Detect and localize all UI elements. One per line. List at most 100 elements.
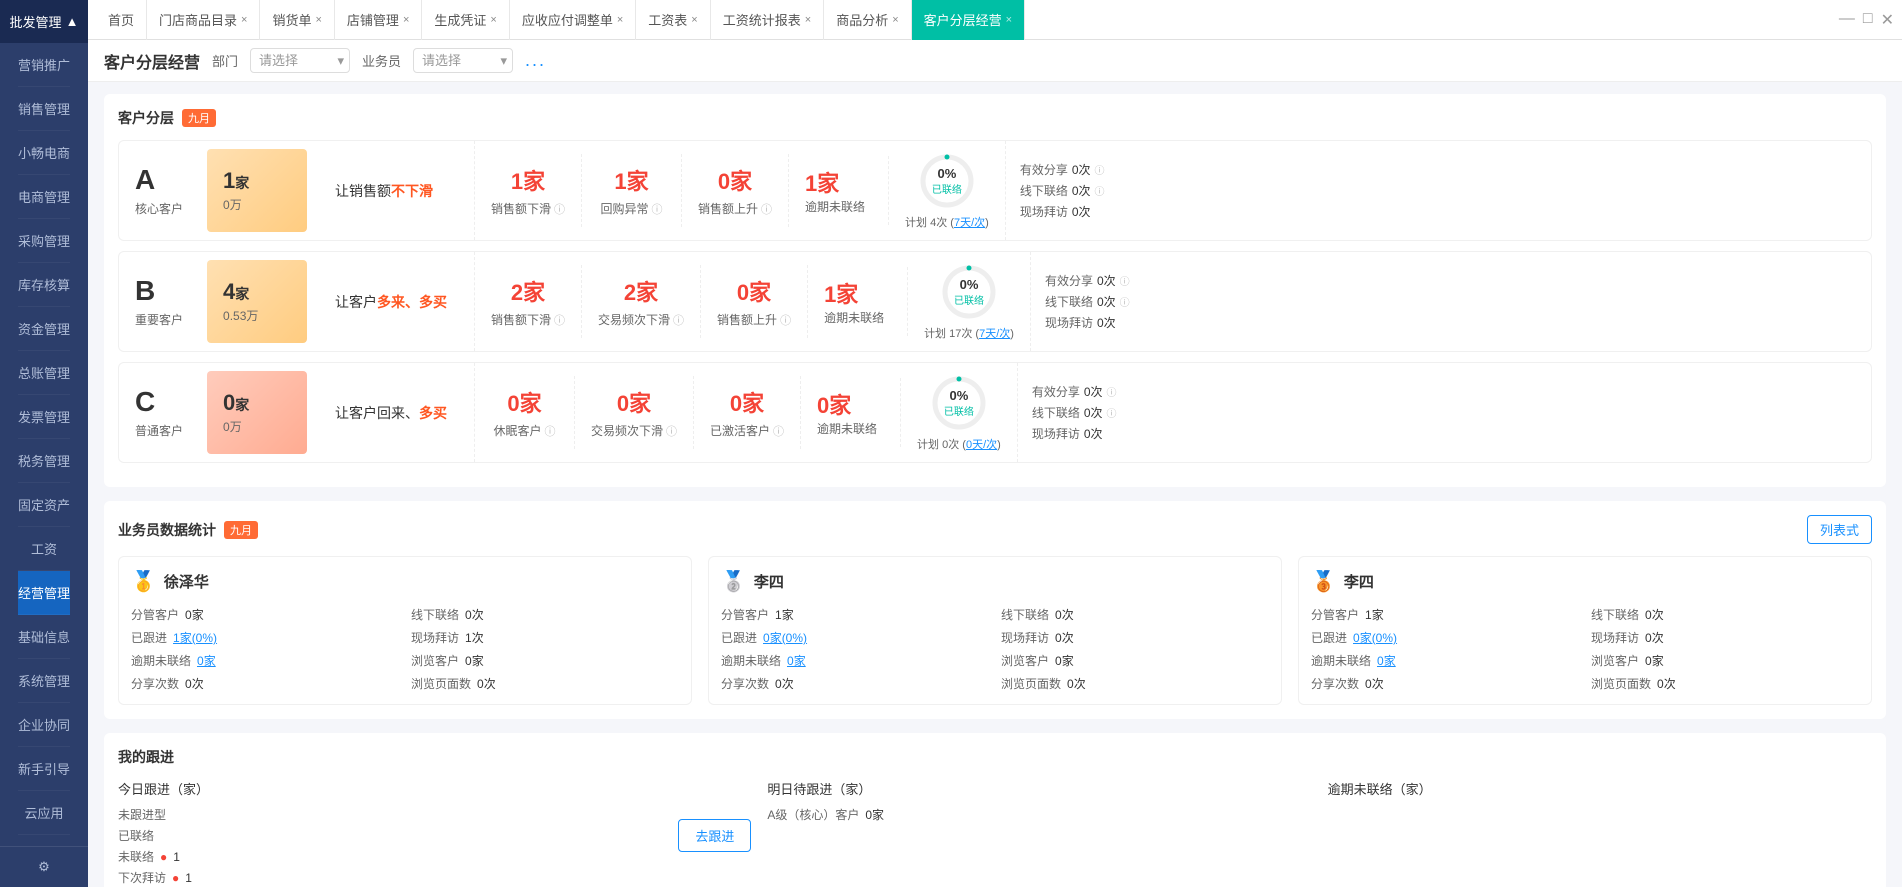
staff-data-link-2-4[interactable]: 0家 bbox=[1377, 652, 1396, 669]
page-header: 客户分层经营 部门 请选择 业务员 请选择 ... bbox=[88, 40, 1902, 82]
tomorrow-follow-col: 明日待跟进（家） A级（核心）客户 0家 bbox=[767, 779, 1311, 827]
tab-close-receivable[interactable]: × bbox=[617, 14, 623, 26]
sidebar-item-tax[interactable]: 税务管理 bbox=[18, 439, 70, 483]
staff-name-row-1: 🥈 李四 bbox=[721, 569, 1269, 594]
sidebar-item-cloud[interactable]: 云应用 bbox=[18, 791, 70, 835]
stat-info-icon[interactable]: ⓘ bbox=[554, 201, 565, 217]
sidebar-item-mini[interactable]: 小畅电商 bbox=[18, 131, 70, 175]
staff-data-link-2-2[interactable]: 0家(0%) bbox=[1353, 629, 1397, 646]
plan-link-${tier.id}[interactable]: 0天/次 bbox=[966, 439, 997, 451]
stat-label-C-2: 已激活客户 ⓘ bbox=[710, 422, 784, 439]
tier-count-C: 0家 0万 bbox=[207, 371, 307, 454]
tab-home[interactable]: 首页 bbox=[96, 0, 147, 40]
dept-select[interactable]: 请选择 bbox=[250, 48, 350, 73]
tab-close-voucher[interactable]: × bbox=[490, 14, 496, 26]
tab-sales-order[interactable]: 销货单× bbox=[260, 0, 334, 40]
sidebar-item-corp[interactable]: 企业协同 bbox=[18, 703, 70, 747]
sidebar-item-ecom[interactable]: 电商管理 bbox=[18, 175, 70, 219]
staff-data-link-0-2[interactable]: 1家(0%) bbox=[173, 629, 217, 646]
window-minimize-icon[interactable]: — bbox=[1839, 10, 1855, 30]
right-stat-info-A-0[interactable]: ⓘ bbox=[1095, 162, 1105, 177]
content-area: 客户分层 九月 A 核心客户 1家 0万 让销售额不下滑 1家 销售额下滑 ⓘ … bbox=[88, 82, 1902, 887]
staff-data-label-1-6: 分享次数 bbox=[721, 675, 769, 692]
right-stat-info-B-0[interactable]: ⓘ bbox=[1120, 273, 1130, 288]
plan-link-${tier.id}[interactable]: 7天/次 bbox=[979, 328, 1010, 340]
stat-info-icon[interactable]: ⓘ bbox=[761, 201, 772, 217]
stat-info-icon[interactable]: ⓘ bbox=[773, 423, 784, 439]
tab-store-products[interactable]: 门店商品目录× bbox=[147, 0, 260, 40]
tier-count-amount-C: 0万 bbox=[223, 418, 291, 435]
list-view-btn[interactable]: 列表式 bbox=[1807, 515, 1872, 544]
tab-goods-analysis[interactable]: 商品分析× bbox=[824, 0, 911, 40]
follow-title: 我的跟进 bbox=[118, 747, 174, 767]
right-stat-info-C-1[interactable]: ⓘ bbox=[1107, 405, 1117, 420]
right-stat-info-C-0[interactable]: ⓘ bbox=[1107, 384, 1117, 399]
staff-data-value-0-7: 0次 bbox=[477, 675, 496, 692]
staff-data-label-0-7: 浏览页面数 bbox=[411, 675, 471, 692]
staff-select[interactable]: 请选择 bbox=[413, 48, 513, 73]
right-stat-label-C-1: 线下联络 bbox=[1032, 404, 1080, 421]
sidebar-item-invoice[interactable]: 发票管理 bbox=[18, 395, 70, 439]
sidebar-item-mgmt[interactable]: 经营管理 bbox=[18, 571, 70, 615]
tab-label-payroll-stat: 工资统计报表 bbox=[723, 10, 801, 29]
tab-close-store-mgmt[interactable]: × bbox=[403, 14, 409, 26]
staff-data-label-0-5: 浏览客户 bbox=[411, 652, 459, 669]
staff-data-link-1-4[interactable]: 0家 bbox=[787, 652, 806, 669]
goto-follow-btn[interactable]: 去跟进 bbox=[678, 819, 751, 852]
tier-slogan-C: 让客户回来、多买 bbox=[315, 363, 475, 462]
more-filter-btn[interactable]: ... bbox=[525, 50, 546, 71]
contact-label-A: 逾期未联络 bbox=[805, 198, 872, 215]
stat-info-icon[interactable]: ⓘ bbox=[666, 423, 677, 439]
tab-close-customer-tier[interactable]: × bbox=[1006, 14, 1012, 26]
stat-info-icon[interactable]: ⓘ bbox=[780, 312, 791, 328]
sidebar-item-guide[interactable]: 新手引导 bbox=[18, 747, 70, 791]
stat-info-icon[interactable]: ⓘ bbox=[673, 312, 684, 328]
sidebar-settings[interactable]: ⚙ bbox=[0, 846, 88, 887]
sidebar-expand-icon: ▲ bbox=[66, 14, 79, 29]
tab-close-goods-analysis[interactable]: × bbox=[892, 14, 898, 26]
tab-close-payroll-stat[interactable]: × bbox=[805, 14, 811, 26]
window-maximize-icon[interactable]: □ bbox=[1863, 10, 1873, 30]
stat-info-icon[interactable]: ⓘ bbox=[545, 423, 556, 439]
tab-close-store-products[interactable]: × bbox=[241, 14, 247, 26]
right-stat-info-B-1[interactable]: ⓘ bbox=[1120, 294, 1130, 309]
right-stat-row-A-2: 现场拜访 0次 bbox=[1020, 203, 1132, 220]
sidebar-item-system[interactable]: 系统管理 bbox=[18, 659, 70, 703]
staff-data-link-0-4[interactable]: 0家 bbox=[197, 652, 216, 669]
tab-payroll-stat[interactable]: 工资统计报表 × bbox=[711, 0, 824, 40]
tab-close-payroll[interactable]: × bbox=[691, 14, 697, 26]
sidebar-item-ledger[interactable]: 总账管理 bbox=[18, 351, 70, 395]
tier-count-number-C: 0家 bbox=[223, 390, 291, 416]
staff-name-row-2: 🥉 李四 bbox=[1311, 569, 1859, 594]
sidebar-top-item[interactable]: 批发管理 ▲ bbox=[0, 0, 88, 43]
tab-customer-tier[interactable]: 客户分层经营× bbox=[912, 0, 1025, 40]
staff-data-link-1-2[interactable]: 0家(0%) bbox=[763, 629, 807, 646]
plan-link-${tier.id}[interactable]: 7天/次 bbox=[954, 217, 985, 229]
sidebar-item-assets[interactable]: 固定资产 bbox=[18, 483, 70, 527]
overdue-col-title: 逾期未联络（家） bbox=[1328, 779, 1872, 798]
sidebar-item-basic[interactable]: 基础信息 bbox=[18, 615, 70, 659]
stat-info-icon[interactable]: ⓘ bbox=[652, 201, 663, 217]
stat-info-icon[interactable]: ⓘ bbox=[554, 312, 565, 328]
tab-voucher[interactable]: 生成凭证× bbox=[422, 0, 509, 40]
staff-data-row-0-5: 浏览客户 0家 bbox=[411, 652, 679, 669]
contact-number-A: 1家 bbox=[805, 166, 872, 198]
sidebar-item-inventory[interactable]: 库存核算 bbox=[18, 263, 70, 307]
right-stat-info-A-1[interactable]: ⓘ bbox=[1095, 183, 1105, 198]
staff-card-1: 🥈 李四 分管客户 1家 线下联络 0次 已跟进 0家(0%) bbox=[708, 556, 1282, 705]
stat-number-B-1: 2家 bbox=[624, 275, 658, 307]
tab-store-mgmt[interactable]: 店铺管理× bbox=[335, 0, 422, 40]
staff-data-label-1-0: 分管客户 bbox=[721, 606, 769, 623]
tab-receivable[interactable]: 应收应付调整单× bbox=[510, 0, 636, 40]
sidebar-item-purchase[interactable]: 采购管理 bbox=[18, 219, 70, 263]
tab-payroll[interactable]: 工资表× bbox=[636, 0, 710, 40]
sidebar-item-marketing[interactable]: 营销推广 bbox=[18, 43, 70, 87]
right-stat-value-B-1: 0次 bbox=[1097, 293, 1116, 310]
sidebar-item-salary[interactable]: 工资 bbox=[18, 527, 70, 571]
stat-number-A-0: 1家 bbox=[511, 164, 545, 196]
sidebar-item-sales[interactable]: 销售管理 bbox=[18, 87, 70, 131]
sidebar-item-finance[interactable]: 资金管理 bbox=[18, 307, 70, 351]
tab-actions: — □ ✕ bbox=[1839, 10, 1894, 30]
tab-close-sales-order[interactable]: × bbox=[315, 14, 321, 26]
window-close-icon[interactable]: ✕ bbox=[1881, 10, 1894, 30]
